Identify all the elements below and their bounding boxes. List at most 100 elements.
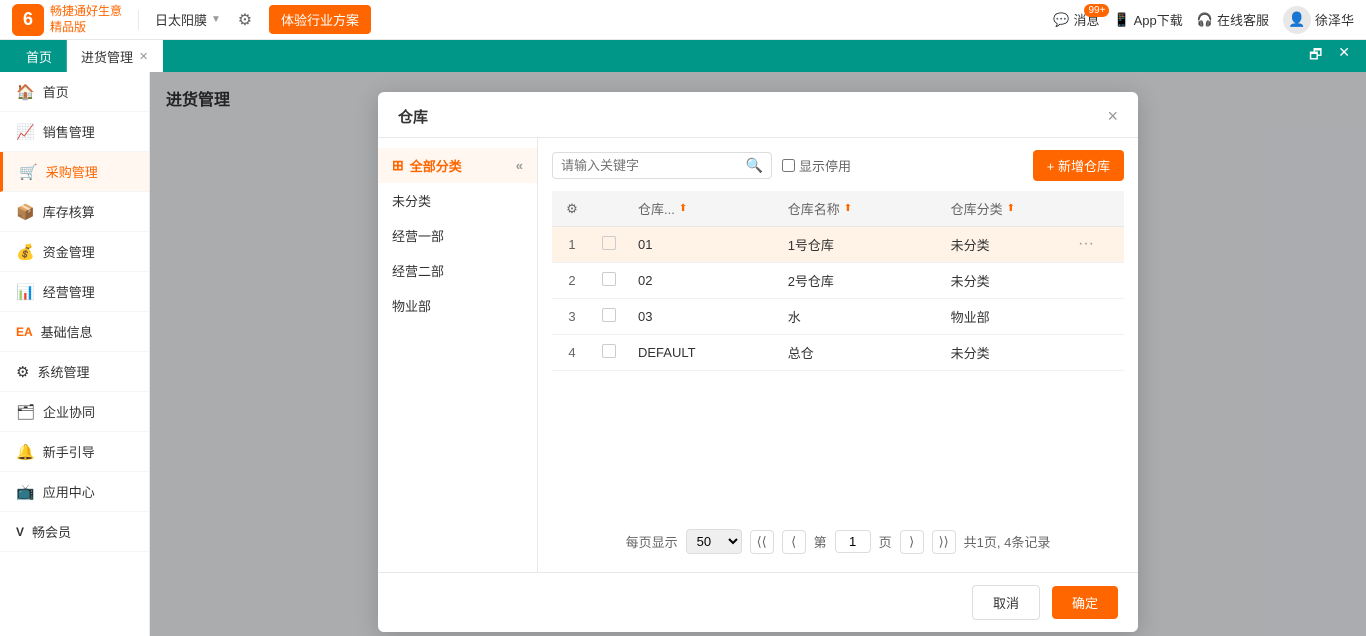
- show-disabled-checkbox-label: 显示停用: [782, 156, 851, 175]
- warehouse-modal: 仓库 × ⊞ 全部分类 « 未分类 经营一部 经营二部: [378, 92, 1138, 632]
- category-item-dept1[interactable]: 经营一部: [378, 218, 537, 253]
- row-checkbox-cell[interactable]: [592, 335, 628, 371]
- row-checkbox-cell[interactable]: [592, 263, 628, 299]
- row-number: 4: [552, 335, 592, 371]
- row-category: 未分类: [941, 263, 1124, 299]
- th-warehouse-code: 仓库... ⬆: [628, 191, 778, 227]
- sidebar-item-sales-label: 销售管理: [43, 122, 95, 141]
- sidebar-item-guide[interactable]: 🔔 新手引导: [0, 432, 149, 472]
- page-number-input[interactable]: [835, 530, 871, 553]
- home-icon: 🏠: [16, 83, 35, 101]
- th-settings: ⚙: [552, 191, 592, 227]
- app-download-label: App下载: [1134, 10, 1183, 29]
- tab-close-icon[interactable]: ✕: [139, 50, 148, 63]
- sidebar-item-purchase[interactable]: 🛒 采购管理: [0, 152, 149, 192]
- table-toolbar: 🔍 显示停用 + 新增仓库: [552, 150, 1124, 181]
- show-disabled-checkbox[interactable]: [782, 159, 795, 172]
- sidebar-item-inventory[interactable]: 📦 库存核算: [0, 192, 149, 232]
- industry-solution-button[interactable]: 体验行业方案: [269, 5, 371, 34]
- warehouse-table: ⚙ 仓库... ⬆: [552, 191, 1124, 371]
- sidebar-item-system[interactable]: ⚙ 系统管理: [0, 352, 149, 392]
- modal-close-button[interactable]: ×: [1107, 106, 1118, 127]
- collapse-icon[interactable]: «: [516, 158, 523, 173]
- row-category: 未分类···: [941, 227, 1124, 263]
- row-checkbox[interactable]: [602, 344, 616, 358]
- sidebar-item-app-center-label: 应用中心: [43, 482, 95, 501]
- topbar-branch[interactable]: 日太阳膜 ▼: [155, 10, 221, 29]
- row-name: 总仓: [778, 335, 941, 371]
- content-area: 进货管理 仓库 × ⊞ 全部分类 «: [150, 72, 1366, 636]
- th-checkbox: [592, 191, 628, 227]
- per-page-select[interactable]: 50 20 100: [686, 529, 742, 554]
- close-window-button[interactable]: ✕: [1334, 40, 1354, 72]
- cancel-button[interactable]: 取消: [972, 585, 1040, 620]
- sidebar-item-home[interactable]: 🏠 首页: [0, 72, 149, 112]
- sidebar-item-basic-info[interactable]: EA 基础信息: [0, 312, 149, 352]
- user-profile-button[interactable]: 👤 徐泽华: [1283, 6, 1354, 34]
- messages-badge: 99+: [1084, 4, 1109, 17]
- sales-icon: 📈: [16, 123, 35, 141]
- row-name: 2号仓库: [778, 263, 941, 299]
- sidebar-item-operations[interactable]: 📊 经营管理: [0, 272, 149, 312]
- all-categories-button[interactable]: ⊞ 全部分类 «: [378, 148, 537, 183]
- sidebar-item-app-center[interactable]: 📺 应用中心: [0, 472, 149, 512]
- first-page-button[interactable]: ⟨⟨: [750, 530, 774, 554]
- guide-icon: 🔔: [16, 443, 35, 461]
- row-checkbox[interactable]: [602, 308, 616, 322]
- modal-footer: 取消 确定: [378, 572, 1138, 632]
- table-row[interactable]: 1 01 1号仓库 未分类···: [552, 227, 1124, 263]
- category-item-unclassified[interactable]: 未分类: [378, 183, 537, 218]
- category-item-property[interactable]: 物业部: [378, 288, 537, 323]
- th-warehouse-name: 仓库名称 ⬆: [778, 191, 941, 227]
- row-checkbox[interactable]: [602, 272, 616, 286]
- row-name: 水: [778, 299, 941, 335]
- topbar-gear-button[interactable]: ⚙: [231, 6, 259, 34]
- search-icon[interactable]: 🔍: [746, 157, 763, 174]
- sidebar-item-finance[interactable]: 💰 资金管理: [0, 232, 149, 272]
- category-item-dept2[interactable]: 经营二部: [378, 253, 537, 288]
- logo-text: 畅捷通好生意 精品版: [50, 4, 122, 35]
- row-number: 2: [552, 263, 592, 299]
- last-page-button[interactable]: ⟩⟩: [932, 530, 956, 554]
- row-actions-icon[interactable]: ···: [1078, 235, 1094, 253]
- next-page-button[interactable]: ⟩: [900, 530, 924, 554]
- prev-page-button[interactable]: ⟨: [782, 530, 806, 554]
- row-checkbox-cell[interactable]: [592, 299, 628, 335]
- sidebar-item-membership[interactable]: V 畅会员: [0, 512, 149, 552]
- table-row[interactable]: 2 02 2号仓库 未分类: [552, 263, 1124, 299]
- row-code: 01: [628, 227, 778, 263]
- table-panel: 🔍 显示停用 + 新增仓库: [538, 138, 1138, 572]
- online-service-button[interactable]: 🎧 在线客服: [1197, 10, 1269, 29]
- row-checkbox-cell[interactable]: [592, 227, 628, 263]
- add-warehouse-button[interactable]: + 新增仓库: [1033, 150, 1124, 181]
- tab-home[interactable]: 首页: [12, 40, 67, 72]
- table-body: 1 01 1号仓库 未分类··· 2 02 2号仓库 未分类 3 03 水 物业…: [552, 227, 1124, 371]
- sidebar-item-system-label: 系统管理: [37, 362, 89, 381]
- sort-icon-category: ⬆: [1007, 203, 1015, 214]
- row-category: 未分类: [941, 335, 1124, 371]
- row-code: DEFAULT: [628, 335, 778, 371]
- operations-icon: 📊: [16, 283, 35, 301]
- app-download-button[interactable]: 📱 App下载: [1113, 10, 1182, 29]
- sidebar-item-sales[interactable]: 📈 销售管理: [0, 112, 149, 152]
- confirm-button[interactable]: 确定: [1052, 586, 1118, 619]
- table-row[interactable]: 3 03 水 物业部: [552, 299, 1124, 335]
- user-name: 徐泽华: [1315, 10, 1354, 29]
- row-checkbox[interactable]: [602, 236, 616, 250]
- row-number: 1: [552, 227, 592, 263]
- sidebar-item-finance-label: 资金管理: [43, 242, 95, 261]
- table-row[interactable]: 4 DEFAULT 总仓 未分类: [552, 335, 1124, 371]
- sidebar-item-enterprise[interactable]: 🗂 企业协同: [0, 392, 149, 432]
- search-input[interactable]: [561, 158, 740, 173]
- main-layout: 🏠 首页 📈 销售管理 🛒 采购管理 📦 库存核算 💰 资金管理 📊 经营管理 …: [0, 72, 1366, 636]
- tab-purchase[interactable]: 进货管理 ✕: [67, 40, 163, 72]
- enterprise-icon: 🗂: [16, 403, 35, 421]
- navtab-controls: 🗗 ✕: [1305, 40, 1354, 72]
- th-warehouse-category: 仓库分类 ⬆: [941, 191, 1124, 227]
- messages-button[interactable]: 💬 消息 99+: [1053, 10, 1099, 29]
- sidebar-item-inventory-label: 库存核算: [43, 202, 95, 221]
- table-wrap: ⚙ 仓库... ⬆: [552, 191, 1124, 517]
- purchase-icon: 🛒: [19, 163, 38, 181]
- avatar: 👤: [1283, 6, 1311, 34]
- restore-window-button[interactable]: 🗗: [1305, 40, 1326, 72]
